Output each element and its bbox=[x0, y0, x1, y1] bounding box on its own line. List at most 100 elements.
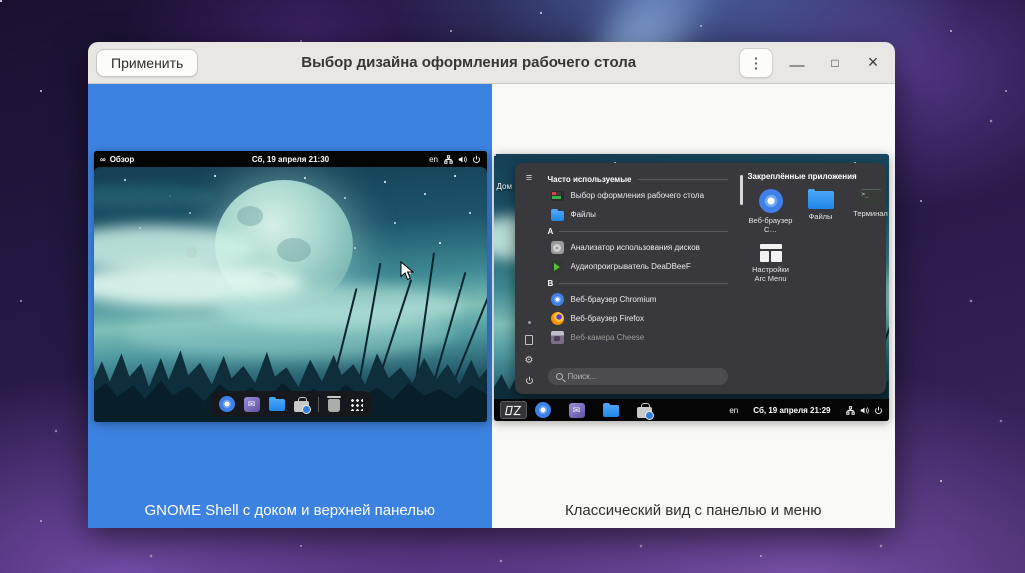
pinned-header: Закреплённые приложения bbox=[747, 172, 857, 181]
menu-item-label: Веб-браузер Chromium bbox=[570, 295, 657, 304]
wallpaper-stars bbox=[94, 167, 96, 169]
menu-item-label: Веб-камера Cheese bbox=[570, 333, 645, 342]
teal-wallpaper bbox=[94, 167, 487, 422]
app-grid-icon bbox=[348, 397, 363, 411]
pinned-app: Веб-браузер C… bbox=[748, 189, 794, 234]
cheese-icon bbox=[550, 331, 564, 344]
dock-separator bbox=[317, 396, 319, 412]
arc-menu-settings-icon bbox=[759, 244, 782, 262]
firefox-icon bbox=[550, 312, 564, 325]
taskbar-clock: Сб, 19 апреля 21:29 bbox=[753, 405, 831, 415]
menu-item-label: Анализатор использования дисков bbox=[570, 243, 700, 252]
minimize-button[interactable]: — bbox=[783, 49, 811, 77]
minimize-icon: — bbox=[789, 57, 805, 74]
gnome-dock: ✉ bbox=[210, 391, 371, 417]
chromium-icon bbox=[218, 396, 235, 412]
section-header: Часто используемые bbox=[547, 175, 632, 184]
power-icon bbox=[525, 376, 533, 384]
software-icon bbox=[636, 402, 654, 420]
options-area: Сб, 19 апреля 21:30 ∞ Обзор en ✉ GNOME S… bbox=[88, 84, 895, 528]
trash-icon bbox=[326, 395, 341, 412]
chromium-icon bbox=[550, 293, 564, 306]
menu-item-label: Файлы bbox=[570, 210, 596, 219]
chromium-icon bbox=[758, 189, 783, 213]
arc-menu-sidebar: ≡ ⚙ bbox=[515, 163, 544, 394]
kebab-icon: ⋮ bbox=[748, 54, 764, 72]
menu-item: Аудиопроигрыватель DeaDBeeF bbox=[548, 257, 728, 276]
volume-icon bbox=[860, 406, 869, 414]
menu-item: Выбор оформления рабочего стола bbox=[548, 186, 728, 205]
option-caption-gnome: GNOME Shell с доком и верхней панелью bbox=[144, 502, 436, 519]
arc-menu-panel: ≡ ⚙ Часто используемые Выбор оформления … bbox=[514, 163, 889, 394]
gnome-preview: Сб, 19 апреля 21:30 ∞ Обзор en ✉ bbox=[94, 151, 487, 422]
section-header: А bbox=[547, 227, 554, 236]
keyboard-layout-indicator: en bbox=[729, 405, 739, 415]
arc-menu-app-list: Часто используемые Выбор оформления рабо… bbox=[544, 163, 738, 394]
pinned-app: Настройки Arc Menu bbox=[748, 244, 794, 283]
documents-icon bbox=[525, 335, 533, 345]
mouse-cursor bbox=[400, 261, 414, 281]
pinned-app-label: Настройки Arc Menu bbox=[752, 265, 789, 283]
maximize-icon: □ bbox=[831, 55, 839, 70]
chromium-icon bbox=[534, 402, 551, 418]
menu-item: Анализатор использования дисков bbox=[548, 238, 728, 257]
theme-chooser-window: Применить Выбор дизайна оформления рабоч… bbox=[88, 42, 895, 528]
classic-taskbar: ✉ en Сб, 19 апреля 21:29 bbox=[493, 399, 889, 421]
gnome-wallpaper: ✉ bbox=[94, 167, 487, 422]
power-icon bbox=[874, 406, 882, 414]
pinned-app: >_ Терминал bbox=[848, 189, 889, 234]
pinned-apps-panel: Закреплённые приложения Веб-браузер C… Ф… bbox=[738, 163, 889, 394]
option-classic[interactable]: Дом ≡ ⚙ Часто используемые Выбор оформле… bbox=[491, 84, 895, 528]
pinned-app-label: Файлы bbox=[808, 212, 833, 221]
menu-search-field: Поиск... bbox=[547, 368, 728, 385]
menu-item-label: Аудиопроигрыватель DeaDBeeF bbox=[570, 262, 691, 271]
gnome-clock: Сб, 19 апреля 21:30 bbox=[251, 154, 330, 164]
overview-label: Обзор bbox=[109, 154, 135, 164]
cloud bbox=[94, 185, 214, 209]
desktop-layout-icon bbox=[550, 190, 564, 201]
menu-item-label: Выбор оформления рабочего стола bbox=[570, 191, 705, 200]
menu-item: Файлы bbox=[548, 205, 728, 224]
titlebar: Применить Выбор дизайна оформления рабоч… bbox=[88, 42, 895, 84]
menu-item: Веб-камера Cheese bbox=[548, 328, 728, 347]
background-stars bbox=[0, 0, 2, 2]
menu-item-label: Веб-браузер Firefox bbox=[570, 314, 644, 323]
menu-item: Веб-браузер Chromium bbox=[548, 290, 728, 309]
menu-item: Веб-браузер Firefox bbox=[548, 309, 728, 328]
hamburger-icon: ≡ bbox=[525, 172, 533, 184]
apply-button[interactable]: Применить bbox=[96, 48, 199, 77]
volume-icon bbox=[458, 155, 467, 163]
classic-preview: Дом ≡ ⚙ Часто используемые Выбор оформле… bbox=[493, 154, 889, 421]
mail-icon: ✉ bbox=[568, 402, 585, 418]
arc-menu-logo-icon bbox=[504, 405, 522, 415]
arc-menu-button bbox=[499, 401, 527, 419]
mail-icon: ✉ bbox=[243, 396, 260, 412]
window-title: Выбор дизайна оформления рабочего стола bbox=[301, 54, 637, 71]
files-icon bbox=[268, 397, 285, 411]
gnome-top-panel: Сб, 19 апреля 21:30 ∞ Обзор en bbox=[94, 151, 487, 167]
network-icon bbox=[845, 405, 855, 415]
disk-analyzer-icon bbox=[550, 241, 564, 254]
search-icon bbox=[555, 373, 563, 380]
files-icon bbox=[602, 403, 619, 417]
wallpaper-stars bbox=[493, 154, 496, 156]
maximize-button[interactable]: □ bbox=[821, 49, 849, 77]
desktop-background: Применить Выбор дизайна оформления рабоч… bbox=[0, 0, 1025, 573]
option-gnome-shell[interactable]: Сб, 19 апреля 21:30 ∞ Обзор en ✉ GNOME S… bbox=[88, 84, 492, 528]
close-button[interactable]: × bbox=[859, 49, 887, 77]
settings-gear-icon: ⚙ bbox=[524, 355, 534, 366]
menu-kebab-button[interactable]: ⋮ bbox=[739, 47, 773, 78]
deadbeef-icon bbox=[550, 260, 564, 273]
pinned-app-label: Веб-браузер C… bbox=[748, 216, 793, 234]
option-caption-classic: Классический вид с панелью и меню bbox=[564, 502, 822, 519]
network-icon bbox=[444, 154, 453, 164]
distro-logo-icon: ∞ bbox=[100, 154, 106, 164]
menu-scrollbar bbox=[739, 175, 743, 205]
desktop-home-folder-label: Дом bbox=[496, 182, 512, 191]
files-icon bbox=[550, 208, 564, 221]
pinned-app: Файлы bbox=[798, 189, 844, 234]
terminal-icon: >_ bbox=[859, 189, 882, 206]
files-icon bbox=[807, 189, 834, 209]
software-icon bbox=[293, 396, 311, 414]
section-header: В bbox=[547, 279, 554, 288]
